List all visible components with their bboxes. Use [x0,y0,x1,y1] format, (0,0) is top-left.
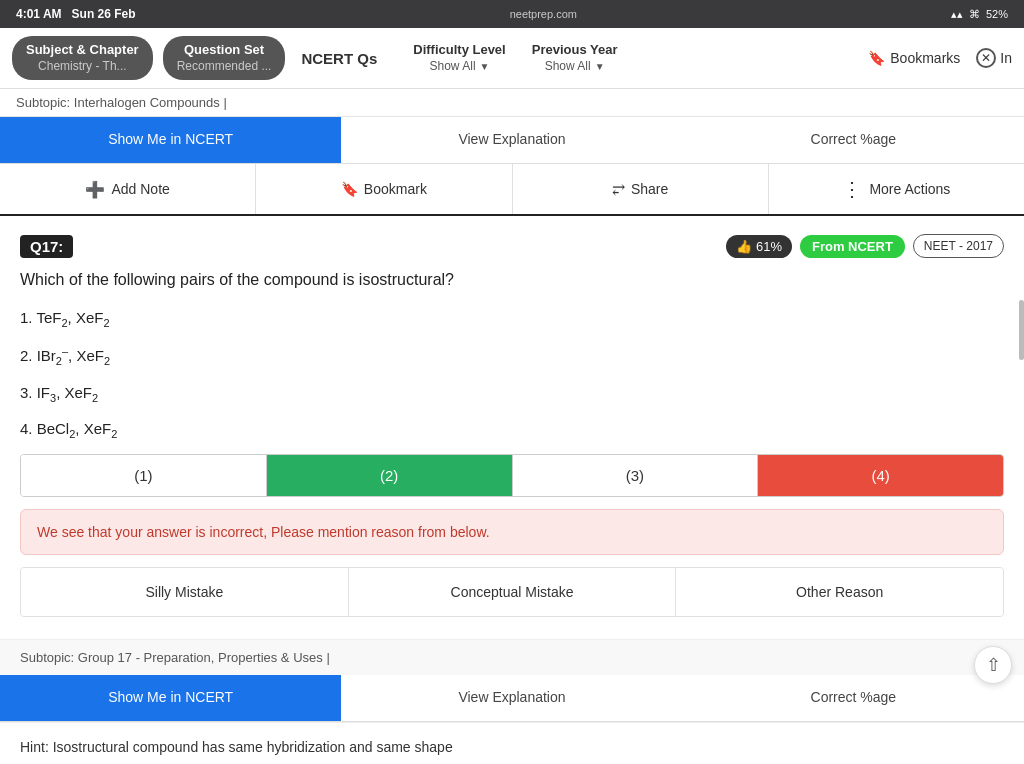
add-note-label: Add Note [111,181,169,197]
view-explanation-tab[interactable]: View Explanation [341,117,682,163]
status-url: neetprep.com [510,8,577,20]
question-text: Which of the following pairs of the comp… [20,268,1004,292]
previous-year-title: Previous Year [532,42,618,59]
reason-conceptual-mistake[interactable]: Conceptual Mistake [349,568,677,616]
show-me-ncert-tab-bottom[interactable]: Show Me in NCERT [0,675,341,721]
chevron-up-icon: ⇧ [986,654,1001,676]
close-button[interactable]: ✕ In [976,48,1012,68]
option-1[interactable]: 1. TeF2, XeF2 [20,306,1004,333]
thumbs-up-icon: 👍 [736,239,752,254]
ncert-label: NCERT Qs [301,50,377,67]
action-row: ➕ Add Note 🔖 Bookmark ⥂ Share ⋮ More Act… [0,164,1024,216]
difficulty-title: Difficulty Level [413,42,505,59]
share-label: Share [631,181,668,197]
close-label: In [1000,50,1012,66]
question-set-sub: Recommended ... [177,59,272,75]
nav-actions: 🔖 Bookmarks ✕ In [868,48,1012,68]
answer-option-3[interactable]: (3) [513,455,759,496]
reason-row: Silly Mistake Conceptual Mistake Other R… [20,567,1004,617]
subtopic-top: Subtopic: Interhalogen Compounds | [0,89,1024,117]
difficulty-val: Show All▼ [430,59,490,75]
more-icon: ⋮ [842,177,863,201]
correct-pctage-tab-bottom[interactable]: Correct %age [683,675,1024,721]
battery-icon: 52% [986,8,1008,20]
hint-text: Hint: Isostructural compound has same hy… [20,739,453,755]
bookmark-label: Bookmark [364,181,427,197]
share-button[interactable]: ⥂ Share [513,164,769,214]
answer-option-4[interactable]: (4) [758,455,1003,496]
status-bar: 4:01 AM Sun 26 Feb neetprep.com ▴▴ ⌘ 52% [0,0,1024,28]
bookmarks-label: Bookmarks [890,50,960,66]
tab-row-top: Show Me in NCERT View Explanation Correc… [0,117,1024,164]
reason-other[interactable]: Other Reason [676,568,1003,616]
previous-year-filter[interactable]: Previous Year Show All▼ [532,42,618,74]
error-message: We see that your answer is incorrect, Pl… [20,509,1004,555]
answer-row: (1) (2) (3) (4) [20,454,1004,497]
view-explanation-tab-bottom[interactable]: View Explanation [341,675,682,721]
question-set-title: Question Set [177,42,272,59]
signal-icon: ▴▴ [951,8,963,21]
bookmark-button[interactable]: 🔖 Bookmark [256,164,512,214]
subject-title: Subject & Chapter [26,42,139,59]
option-3[interactable]: 3. IF3, XeF2 [20,381,1004,408]
hint-area: Hint: Isostructural compound has same hy… [0,722,1024,764]
neet-year-badge: NEET - 2017 [913,234,1004,258]
question-header: Q17: 👍 61% From NCERT NEET - 2017 [20,234,1004,258]
reason-silly-mistake[interactable]: Silly Mistake [21,568,349,616]
subject-sub: Chemistry - Th... [26,59,139,75]
status-right: ▴▴ ⌘ 52% [951,8,1008,21]
bookmark-action-icon: 🔖 [341,181,358,197]
wifi-icon: ⌘ [969,8,980,21]
question-badges: 👍 61% From NCERT NEET - 2017 [726,234,1004,258]
option-2[interactable]: 2. IBr2–, XeF2 [20,343,1004,371]
share-icon: ⥂ [612,180,625,199]
answer-option-1[interactable]: (1) [21,455,267,496]
like-percent: 61% [756,239,782,254]
add-note-icon: ➕ [85,180,105,199]
status-time: 4:01 AM Sun 26 Feb [16,7,136,21]
question-number: Q17: [20,235,73,258]
answer-option-2[interactable]: (2) [267,455,513,496]
scroll-up-button[interactable]: ⇧ [974,646,1012,684]
like-badge: 👍 61% [726,235,792,258]
correct-pctage-tab[interactable]: Correct %age [683,117,1024,163]
subject-chapter-pill[interactable]: Subject & Chapter Chemistry - Th... [12,36,153,80]
previous-year-val: Show All▼ [545,59,605,75]
question-set-pill[interactable]: Question Set Recommended ... [163,36,286,80]
option-4[interactable]: 4. BeCl2, XeF2 [20,417,1004,444]
subtopic-bottom: Subtopic: Group 17 - Preparation, Proper… [0,639,1024,675]
difficulty-filter[interactable]: Difficulty Level Show All▼ [413,42,505,74]
more-actions-label: More Actions [869,181,950,197]
tab-row-bottom: Show Me in NCERT View Explanation Correc… [0,675,1024,722]
nav-bar: Subject & Chapter Chemistry - Th... Ques… [0,28,1024,89]
question-area: Q17: 👍 61% From NCERT NEET - 2017 Which … [0,216,1024,638]
bookmarks-button[interactable]: 🔖 Bookmarks [868,50,960,66]
close-circle-icon: ✕ [976,48,996,68]
from-ncert-badge: From NCERT [800,235,905,258]
bookmark-icon: 🔖 [868,50,885,66]
scroll-bar[interactable] [1019,300,1024,360]
more-actions-button[interactable]: ⋮ More Actions [769,164,1024,214]
add-note-button[interactable]: ➕ Add Note [0,164,256,214]
show-me-ncert-tab[interactable]: Show Me in NCERT [0,117,341,163]
